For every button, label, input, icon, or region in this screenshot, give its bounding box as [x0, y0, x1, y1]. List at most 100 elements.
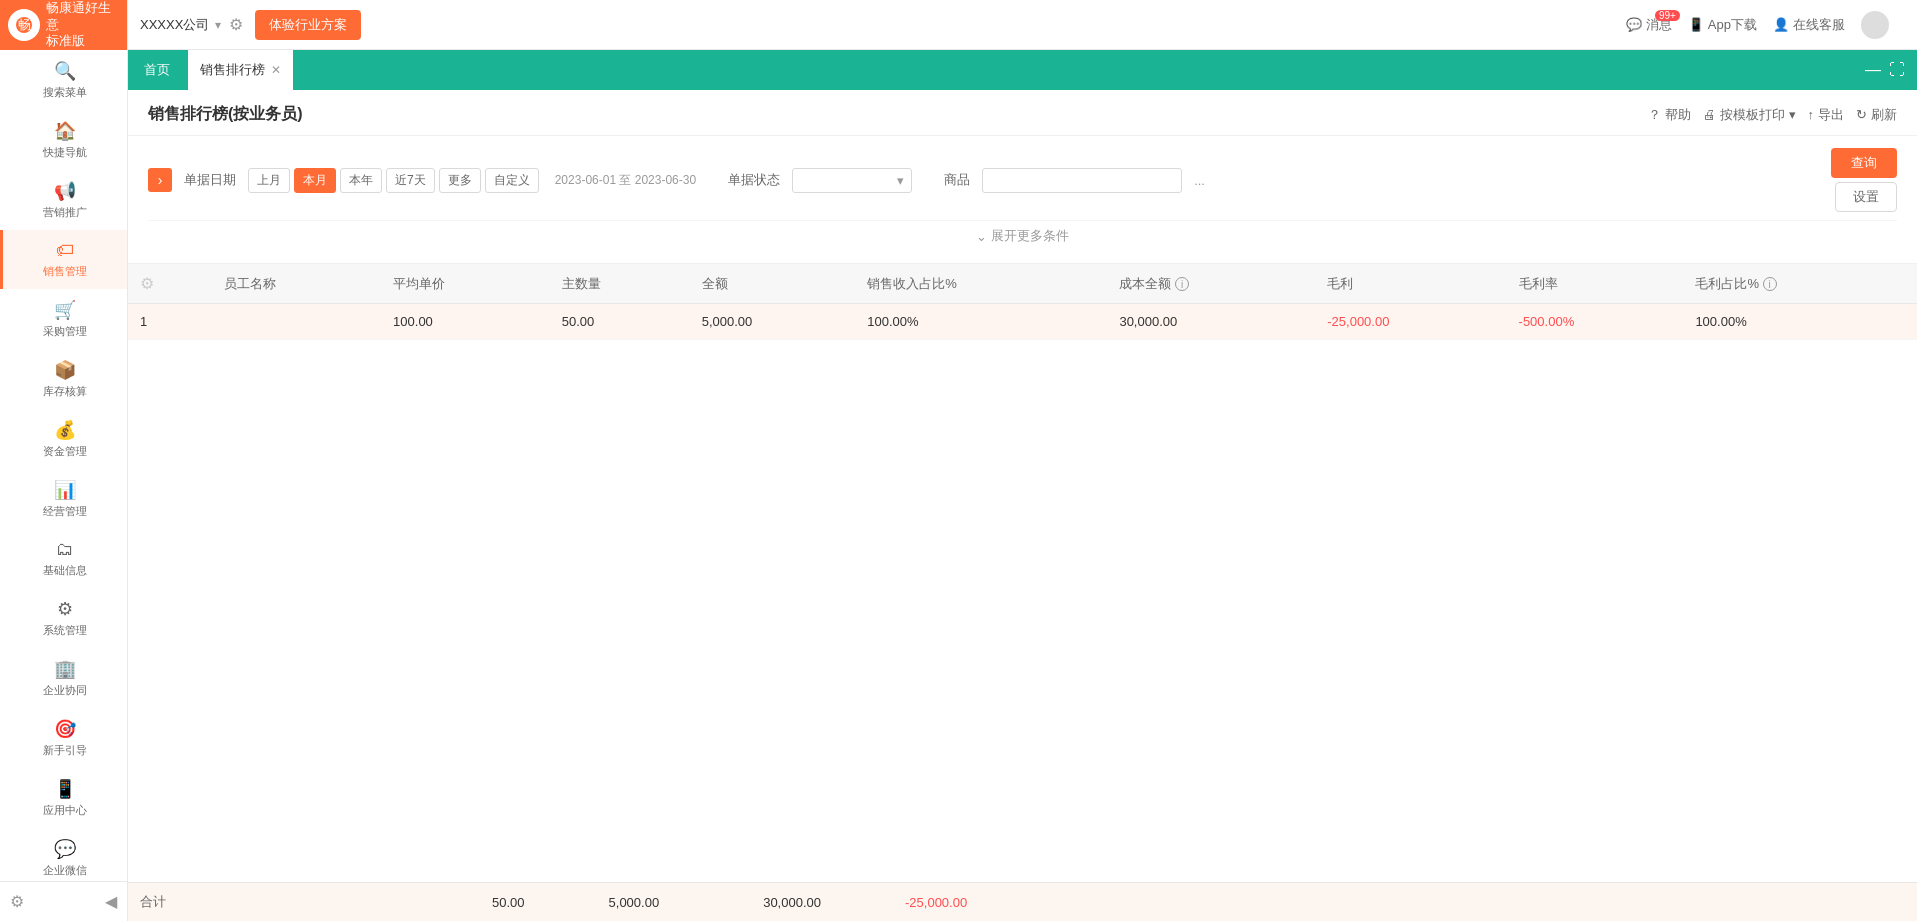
message-icon: 💬 [1626, 17, 1642, 32]
tab-sales-ranking[interactable]: 销售排行榜 ✕ [188, 50, 293, 90]
col-amount: 全额 [690, 264, 856, 304]
filter-bar: › 单据日期 上月 本月 本年 近7天 更多 自定义 2023-06-01 至 … [128, 136, 1917, 264]
purchase-icon: 🛒 [54, 299, 76, 321]
status-filter-label: 单据状态 [728, 171, 780, 189]
goods-filter-label: 商品 [944, 171, 970, 189]
online-service-btn[interactable]: 👤 在线客服 [1773, 16, 1845, 34]
date-more-btn[interactable]: 更多 [439, 168, 481, 193]
sidebar-item-operations[interactable]: 📊 经营管理 [0, 469, 127, 529]
col-cost: 成本全额 i [1107, 264, 1315, 304]
operations-icon: 📊 [54, 479, 76, 501]
topbar-right: 💬 消息 99+ 📱 App下载 👤 在线客服 [1626, 11, 1905, 39]
cost-info-icon[interactable]: i [1175, 277, 1189, 291]
expand-more-btn[interactable]: ⌄ 展开更多条件 [976, 227, 1069, 245]
sidebar-item-sales[interactable]: 🏷 销售管理 [0, 230, 127, 289]
sidebar-item-enterprise[interactable]: 🏢 企业协同 [0, 648, 127, 708]
help-icon: ？ [1648, 106, 1661, 124]
footer-qty: 50.00 [480, 895, 537, 910]
filter-actions: 查询 设置 [1831, 148, 1897, 212]
export-btn[interactable]: ↑ 导出 [1808, 106, 1845, 124]
table-wrap: ⚙ 员工名称 平均单价 主数量 [128, 264, 1917, 882]
col-avg-price: 平均单价 [381, 264, 550, 304]
avatar[interactable] [1861, 11, 1889, 39]
filter-expand-arrow[interactable]: › [148, 168, 172, 192]
gross-pct-info-icon[interactable]: i [1763, 277, 1777, 291]
tab-home[interactable]: 首页 [128, 50, 186, 90]
company-name: XXXXX公司 [140, 16, 209, 34]
rank-settings-icon[interactable]: ⚙ [140, 275, 154, 292]
sidebar-item-inventory[interactable]: 📦 库存核算 [0, 349, 127, 409]
guide-icon: 🎯 [54, 718, 76, 740]
filter-more-btn[interactable]: ... [1194, 173, 1205, 188]
topbar: XXXXX公司 ▾ ⚙ 体验行业方案 💬 消息 99+ 📱 App下载 👤 在线… [128, 0, 1917, 50]
sidebar-item-wechat[interactable]: 💬 企业微信 [0, 828, 127, 881]
message-btn[interactable]: 💬 消息 99+ [1626, 16, 1672, 34]
query-btn[interactable]: 查询 [1831, 148, 1897, 178]
sidebar-settings-btn[interactable]: ⚙ [10, 892, 24, 911]
print-btn[interactable]: 🖨 按模板打印 ▾ [1703, 106, 1796, 124]
minimize-icon[interactable]: — [1865, 61, 1881, 79]
col-rank: ⚙ [128, 264, 212, 304]
sidebar-item-system[interactable]: ⚙ 系统管理 [0, 588, 127, 648]
date-this-month-btn[interactable]: 本月 [294, 168, 336, 193]
date-this-year-btn[interactable]: 本年 [340, 168, 382, 193]
table-row: 1 100.00 50.00 5,000.00 100.00% 30,000.0… [128, 304, 1917, 340]
system-icon: ⚙ [57, 598, 73, 620]
sidebar-item-marketing[interactable]: 📢 营销推广 [0, 170, 127, 230]
print-arrow-icon: ▾ [1789, 107, 1796, 122]
enterprise-icon: 🏢 [54, 658, 76, 680]
tab-close-icon[interactable]: ✕ [271, 63, 281, 77]
search-icon: 🔍 [54, 60, 76, 82]
status-select[interactable] [792, 168, 912, 193]
sidebar-item-guide[interactable]: 🎯 新手引导 [0, 708, 127, 768]
page-header: 销售排行榜(按业务员) ？ 帮助 🖨 按模板打印 ▾ ↑ 导出 [128, 90, 1917, 136]
company-selector[interactable]: XXXXX公司 ▾ [140, 16, 221, 34]
date-filter-label: 单据日期 [184, 171, 236, 189]
svg-text:畅: 畅 [18, 17, 31, 32]
sales-icon: 🏷 [56, 240, 74, 261]
sidebar-item-search[interactable]: 🔍 搜索菜单 [0, 50, 127, 110]
col-gross-pct: 毛利占比% i [1683, 264, 1917, 304]
cell-avg-price: 100.00 [381, 304, 550, 340]
topbar-gear-icon[interactable]: ⚙ [229, 15, 243, 34]
logo-icon: 畅 [8, 9, 40, 41]
date-last-month-btn[interactable]: 上月 [248, 168, 290, 193]
inventory-icon: 📦 [54, 359, 76, 381]
window-controls: — ⛶ [1853, 61, 1917, 79]
basic-info-icon: 🗂 [56, 539, 74, 560]
cell-rank: 1 [128, 304, 212, 340]
date-custom-btn[interactable]: 自定义 [485, 168, 539, 193]
logo-text: 畅康通好生意 标准版 [46, 0, 119, 50]
trial-btn[interactable]: 体验行业方案 [255, 10, 361, 40]
footer-gross: -25,000.00 [893, 895, 979, 910]
help-btn[interactable]: ？ 帮助 [1648, 106, 1691, 124]
app-download-btn[interactable]: 📱 App下载 [1688, 16, 1757, 34]
page-content: 销售排行榜(按业务员) ？ 帮助 🖨 按模板打印 ▾ ↑ 导出 [128, 90, 1917, 921]
refresh-btn[interactable]: ↻ 刷新 [1856, 106, 1897, 124]
date-7days-btn[interactable]: 近7天 [386, 168, 435, 193]
print-icon: 🖨 [1703, 107, 1716, 122]
maximize-icon[interactable]: ⛶ [1889, 61, 1905, 79]
sidebar-item-basic-info[interactable]: 🗂 基础信息 [0, 529, 127, 588]
filter-expand-row: ⌄ 展开更多条件 [148, 220, 1897, 251]
sidebar-item-purchase[interactable]: 🛒 采购管理 [0, 289, 127, 349]
cell-gross: -25,000.00 [1315, 304, 1506, 340]
settings-btn[interactable]: 设置 [1835, 182, 1897, 212]
message-badge: 99+ [1655, 10, 1680, 21]
col-name: 员工名称 [212, 264, 381, 304]
date-filter-buttons: 上月 本月 本年 近7天 更多 自定义 [248, 168, 539, 193]
sidebar-item-app-center[interactable]: 📱 应用中心 [0, 768, 127, 828]
main-content: XXXXX公司 ▾ ⚙ 体验行业方案 💬 消息 99+ 📱 App下载 👤 在线… [128, 0, 1917, 921]
status-select-wrap [792, 168, 912, 193]
export-icon: ↑ [1808, 107, 1815, 122]
footer-amount: 5,000.00 [597, 895, 672, 910]
sidebar-collapse-btn[interactable]: ◀ [105, 892, 117, 911]
sidebar-bottom: ⚙ ◀ [0, 881, 127, 921]
goods-input[interactable] [982, 168, 1182, 193]
app-logo: 畅 畅康通好生意 标准版 [0, 0, 127, 50]
sidebar-item-quick-nav[interactable]: 🏠 快捷导航 [0, 110, 127, 170]
sidebar-item-label: 搜索菜单 [43, 85, 87, 100]
cell-amount: 5,000.00 [690, 304, 856, 340]
sidebar-nav: 🔍 搜索菜单 🏠 快捷导航 📢 营销推广 🏷 销售管理 🛒 采购管理 📦 库存核… [0, 50, 127, 881]
sidebar-item-finance[interactable]: 💰 资金管理 [0, 409, 127, 469]
